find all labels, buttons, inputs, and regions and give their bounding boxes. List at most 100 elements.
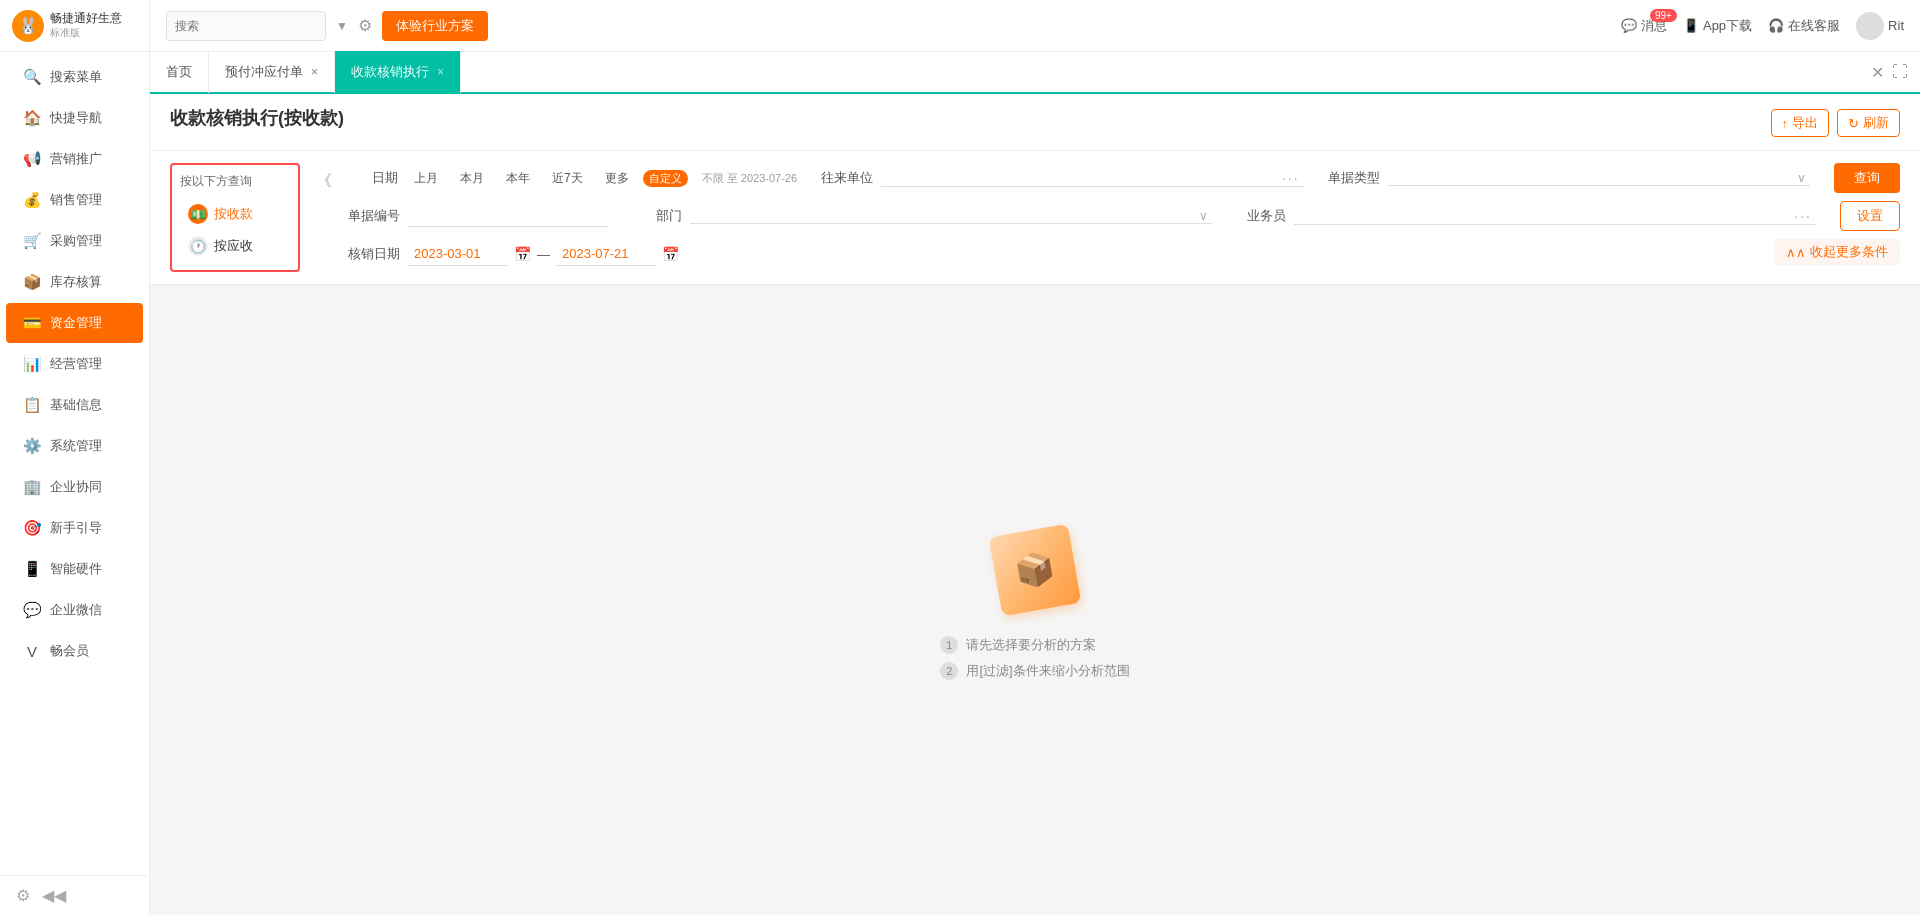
sidebar-item-label: 基础信息 [50, 396, 102, 414]
message-icon: 💬 [1621, 18, 1637, 33]
tab-bar: 首页 预付冲应付单 × 收款核销执行 × ✕ ⛶ [150, 52, 1920, 94]
message-button[interactable]: 💬 消息 99+ [1621, 17, 1667, 35]
date-7days[interactable]: 近7天 [544, 168, 591, 189]
sidebar-item-shortcut[interactable]: 🏠 快捷导航 [6, 98, 143, 138]
sidebar-item-label: 资金管理 [50, 314, 102, 332]
sidebar-item-purchase[interactable]: 🛒 采购管理 [6, 221, 143, 261]
enterprise-icon: 🏢 [22, 477, 42, 497]
export-button[interactable]: ↑ 导出 [1771, 109, 1830, 137]
tip-2-number: 2 [940, 662, 958, 680]
filter-container: 按以下方查询 💵 按收款 🕐 按应收 《 [170, 163, 1900, 272]
date-more[interactable]: 更多 [597, 168, 637, 189]
settings-icon[interactable]: ⚙ [16, 886, 30, 905]
refresh-button[interactable]: ↻ 刷新 [1837, 109, 1900, 137]
empty-tips: 1 请先选择要分析的方案 2 用[过滤]条件来缩小分析范围 [940, 636, 1129, 680]
sidebar-item-search[interactable]: 🔍 搜索菜单 [6, 57, 143, 97]
user-profile[interactable]: Rit [1856, 12, 1904, 40]
operation-icon: 📊 [22, 354, 42, 374]
collapse-more-label: 收起更多条件 [1810, 243, 1888, 261]
sidebar-item-operation[interactable]: 📊 经营管理 [6, 344, 143, 384]
tab-receivable-label: 收款核销执行 [351, 63, 429, 81]
date-last-month[interactable]: 上月 [406, 168, 446, 189]
sidebar-item-wecom[interactable]: 💬 企业微信 [6, 590, 143, 630]
setting-button[interactable]: 设置 [1840, 201, 1900, 231]
online-service-label: 在线客服 [1788, 17, 1840, 35]
verify-date-filter: 核销日期 📅 — 📅 [348, 242, 679, 266]
partner-label: 往来单位 [821, 169, 873, 187]
sidebar-item-guide[interactable]: 🎯 新手引导 [6, 508, 143, 548]
sidebar-item-sales[interactable]: 💰 销售管理 [6, 180, 143, 220]
tab-receivable-close[interactable]: × [437, 65, 444, 79]
date-this-month[interactable]: 本月 [452, 168, 492, 189]
online-service-button[interactable]: 🎧 在线客服 [1768, 17, 1840, 35]
sidebar-item-marketing[interactable]: 📢 营销推广 [6, 139, 143, 179]
empty-tip-1: 1 请先选择要分析的方案 [940, 636, 1129, 654]
page-content: 收款核销执行(按收款) ↑ 导出 ↻ 刷新 按以下方查询 💵 [150, 94, 1920, 915]
date-this-year[interactable]: 本年 [498, 168, 538, 189]
logo-text: 畅捷通好生意 标准版 [50, 11, 122, 41]
sidebar-item-hardware[interactable]: 📱 智能硬件 [6, 549, 143, 589]
app-download-icon: 📱 [1683, 18, 1699, 33]
topbar-search-input[interactable] [166, 11, 326, 41]
topbar-dropdown-icon[interactable]: ▼ [336, 19, 348, 33]
sidebar-item-member[interactable]: V 畅会员 [6, 631, 143, 671]
staff-filter: 业务员 ··· [1236, 207, 1816, 225]
home-icon: 🏠 [22, 108, 42, 128]
close-window-icon[interactable]: ✕ [1871, 63, 1884, 82]
sidebar-item-system[interactable]: ⚙️ 系统管理 [6, 426, 143, 466]
sidebar: 🐰 畅捷通好生意 标准版 🔍 搜索菜单 🏠 快捷导航 📢 营销推广 💰 销售管理… [0, 0, 150, 915]
purchase-icon: 🛒 [22, 231, 42, 251]
verify-date-end-calendar-icon[interactable]: 📅 [662, 246, 679, 262]
tab-home[interactable]: 首页 [150, 51, 209, 93]
sidebar-item-inventory[interactable]: 📦 库存核算 [6, 262, 143, 302]
industry-solution-button[interactable]: 体验行业方案 [382, 11, 488, 41]
collapse-more-button[interactable]: ∧∧ 收起更多条件 [1774, 239, 1900, 265]
sidebar-footer: ⚙ ◀◀ [0, 875, 149, 915]
app-edition: 标准版 [50, 26, 122, 40]
sidebar-item-enterprise[interactable]: 🏢 企业协同 [6, 467, 143, 507]
tabbar-actions: ✕ ⛶ [1859, 63, 1920, 82]
sidebar-item-label: 智能硬件 [50, 560, 102, 578]
doctype-dropdown-icon[interactable]: ∨ [1797, 171, 1806, 185]
verify-date-start-input[interactable] [408, 242, 508, 266]
filter-section: 按以下方查询 💵 按收款 🕐 按应收 《 [150, 151, 1920, 285]
date-hint: 不限 至 2023-07-26 [702, 171, 797, 186]
message-count: 99+ [1650, 9, 1677, 22]
date-filter: 日期 上月 本月 本年 近7天 更多 自定义 不限 至 2023-07-26 [348, 168, 797, 189]
topbar-gear-icon[interactable]: ⚙ [358, 16, 372, 35]
query-button[interactable]: 查询 [1834, 163, 1900, 193]
query-type-by-receipt[interactable]: 💵 按收款 [180, 198, 290, 230]
marketing-icon: 📢 [22, 149, 42, 169]
staff-label: 业务员 [1236, 207, 1286, 225]
staff-more-icon[interactable]: ··· [1794, 208, 1812, 224]
app-download-button[interactable]: 📱 App下载 [1683, 17, 1752, 35]
partner-more-icon[interactable]: ··· [1282, 170, 1300, 186]
tab-prepay[interactable]: 预付冲应付单 × [209, 51, 335, 93]
docno-input[interactable] [408, 205, 608, 226]
tab-prepay-close[interactable]: × [311, 65, 318, 79]
verify-date-end-input[interactable] [556, 242, 656, 266]
verify-date-start-calendar-icon[interactable]: 📅 [514, 246, 531, 262]
refresh-label: 刷新 [1863, 114, 1889, 132]
app-logo: 🐰 畅捷通好生意 标准版 [0, 0, 149, 52]
finance-icon: 💳 [22, 313, 42, 333]
dept-dropdown-icon[interactable]: ∨ [1199, 209, 1208, 223]
tip-1-number: 1 [940, 636, 958, 654]
receivable-icon: 🕐 [188, 236, 208, 256]
page-header: 收款核销执行(按收款) ↑ 导出 ↻ 刷新 [150, 94, 1920, 151]
collapse-filter-icon[interactable]: 《 [312, 167, 336, 196]
empty-tip-2: 2 用[过滤]条件来缩小分析范围 [940, 662, 1129, 680]
filter-fields: 日期 上月 本月 本年 近7天 更多 自定义 不限 至 2023-07-26 [348, 163, 1900, 269]
sidebar-item-label: 销售管理 [50, 191, 102, 209]
date-custom-badge[interactable]: 自定义 [643, 170, 688, 187]
tip-2-text: 用[过滤]条件来缩小分析范围 [966, 662, 1129, 680]
query-type-by-receivable[interactable]: 🕐 按应收 [180, 230, 290, 262]
tab-receivable[interactable]: 收款核销执行 × [335, 51, 461, 93]
logo-icon: 🐰 [12, 10, 44, 42]
export-icon: ↑ [1782, 116, 1789, 131]
expand-window-icon[interactable]: ⛶ [1892, 63, 1908, 81]
collapse-more-icon: ∧∧ [1786, 245, 1806, 260]
collapse-sidebar-icon[interactable]: ◀◀ [42, 886, 66, 905]
sidebar-item-finance[interactable]: 💳 资金管理 [6, 303, 143, 343]
sidebar-item-basic[interactable]: 📋 基础信息 [6, 385, 143, 425]
